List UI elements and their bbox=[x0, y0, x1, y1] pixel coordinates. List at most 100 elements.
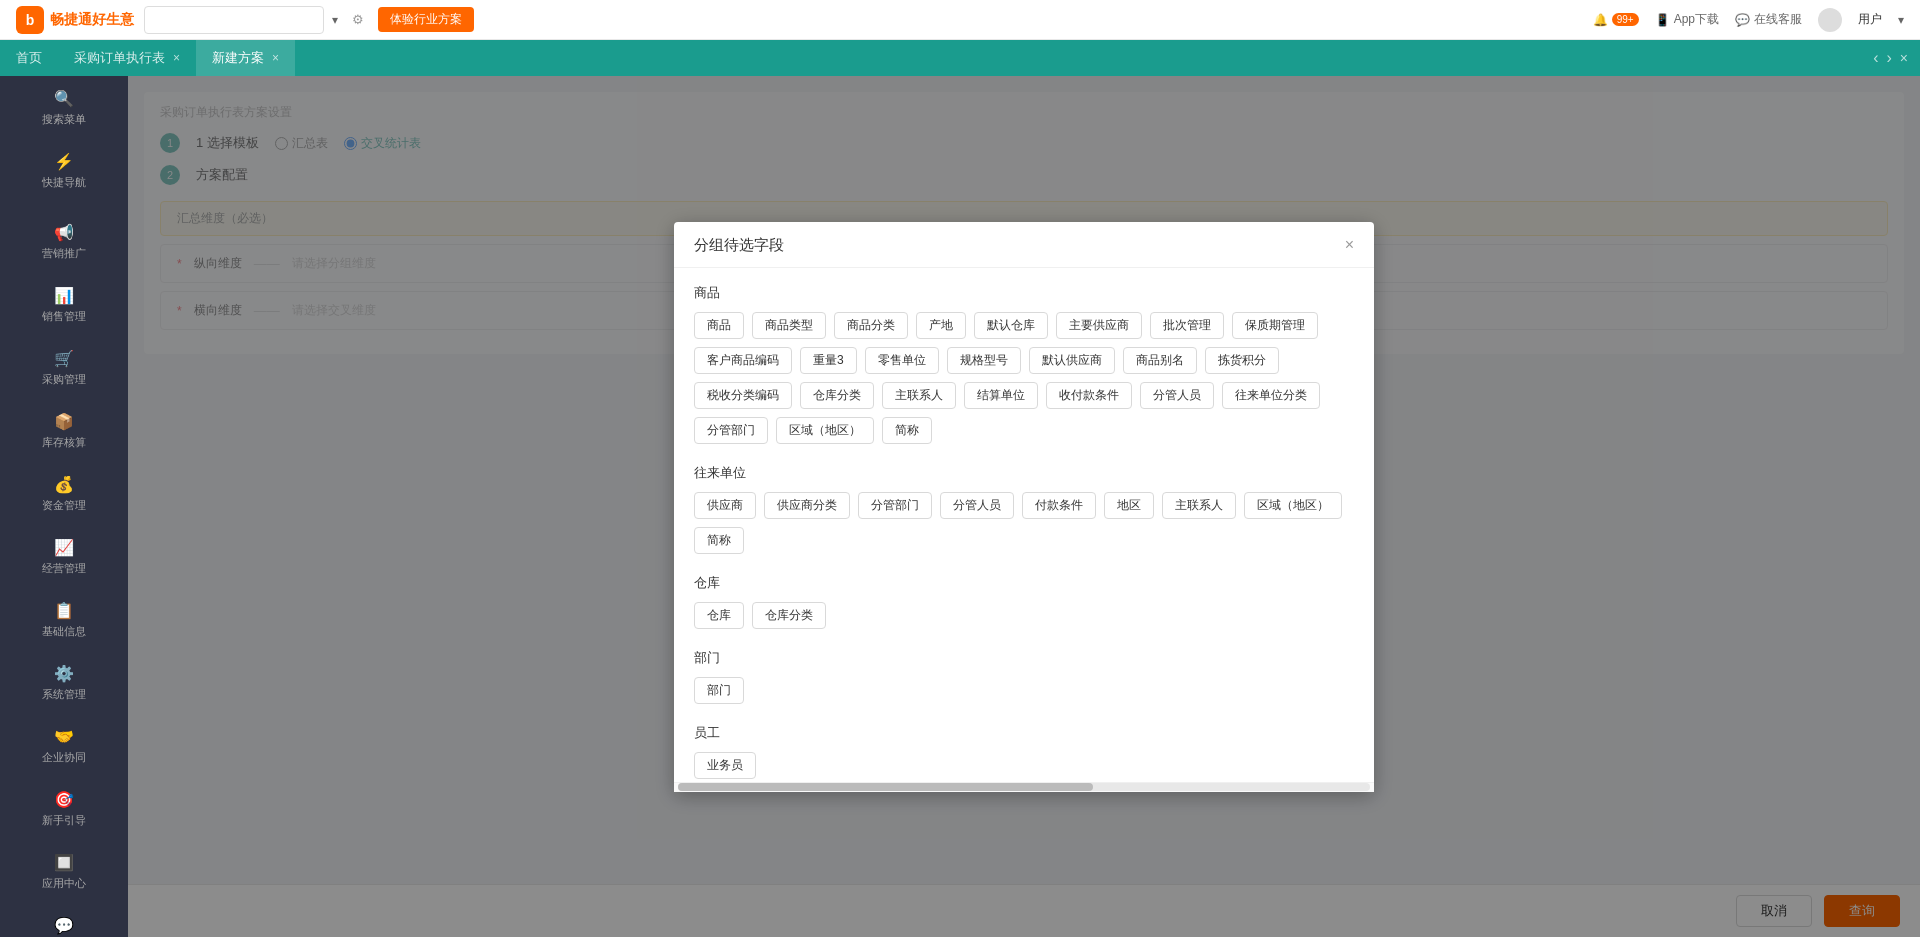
section-warehouse-title: 仓库 bbox=[694, 574, 1354, 592]
user-dropdown-icon[interactable]: ▾ bbox=[1898, 13, 1904, 27]
operations-icon: 📈 bbox=[54, 537, 74, 557]
sidebar-item-purchase[interactable]: 🛒 采购管理 bbox=[0, 336, 128, 399]
field-dept-dept[interactable]: 部门 bbox=[694, 677, 744, 704]
field-goods-settlement-unit[interactable]: 结算单位 bbox=[964, 382, 1038, 409]
section-partner: 往来单位 供应商 供应商分类 分管部门 分管人员 付款条件 地区 主联系人 区域… bbox=[694, 464, 1354, 554]
field-goods-origin[interactable]: 产地 bbox=[916, 312, 966, 339]
modal-overlay: 分组待选字段 × 商品 商品 商品类型 商品分类 产地 默认仓库 主要供应商 批… bbox=[128, 76, 1920, 937]
sidebar-item-guide[interactable]: 🎯 新手引导 bbox=[0, 777, 128, 840]
field-partner-manager[interactable]: 分管人员 bbox=[940, 492, 1014, 519]
field-partner-short-name[interactable]: 简称 bbox=[694, 527, 744, 554]
modal-close-icon[interactable]: × bbox=[1345, 236, 1354, 254]
field-partner-supplier-category[interactable]: 供应商分类 bbox=[764, 492, 850, 519]
field-goods-dept[interactable]: 分管部门 bbox=[694, 417, 768, 444]
tab-bar: 首页 采购订单执行表 × 新建方案 × ‹ › × bbox=[0, 40, 1920, 76]
tab-close-all-icon[interactable]: × bbox=[1900, 50, 1908, 66]
field-employee-salesperson[interactable]: 业务员 bbox=[694, 752, 756, 779]
field-goods-contact[interactable]: 主联系人 bbox=[882, 382, 956, 409]
section-warehouse-fields: 仓库 仓库分类 bbox=[694, 602, 1354, 629]
experience-button[interactable]: 体验行业方案 bbox=[378, 7, 474, 32]
tab-new-solution-close[interactable]: × bbox=[272, 51, 279, 65]
field-goods-retail-unit[interactable]: 零售单位 bbox=[865, 347, 939, 374]
section-warehouse: 仓库 仓库 仓库分类 bbox=[694, 574, 1354, 629]
tab-arrow-left-icon[interactable]: ‹ bbox=[1873, 49, 1878, 67]
field-goods-alias[interactable]: 商品别名 bbox=[1123, 347, 1197, 374]
nav-right: 🔔 99+ 📱 App下载 💬 在线客服 用户 ▾ bbox=[1593, 8, 1904, 32]
sidebar-item-finance[interactable]: 💰 资金管理 bbox=[0, 462, 128, 525]
field-partner-supplier[interactable]: 供应商 bbox=[694, 492, 756, 519]
field-goods-default-supplier[interactable]: 默认供应商 bbox=[1029, 347, 1115, 374]
avatar[interactable] bbox=[1818, 8, 1842, 32]
sidebar-label-quick-nav: 快捷导航 bbox=[42, 175, 86, 190]
app-download-item[interactable]: 📱 App下载 bbox=[1655, 11, 1719, 28]
field-goods-weight3[interactable]: 重量3 bbox=[800, 347, 857, 374]
field-partner-payment-terms[interactable]: 付款条件 bbox=[1022, 492, 1096, 519]
field-goods-default-warehouse[interactable]: 默认仓库 bbox=[974, 312, 1048, 339]
field-goods-batch-mgmt[interactable]: 批次管理 bbox=[1150, 312, 1224, 339]
section-employee-fields: 业务员 bbox=[694, 752, 1354, 779]
sidebar-label-finance: 资金管理 bbox=[42, 498, 86, 513]
field-partner-dept[interactable]: 分管部门 bbox=[858, 492, 932, 519]
modal-scrollbar-track[interactable] bbox=[678, 783, 1370, 791]
section-partner-title: 往来单位 bbox=[694, 464, 1354, 482]
modal-scrollbar-thumb[interactable] bbox=[678, 783, 1093, 791]
field-goods-region[interactable]: 区域（地区） bbox=[776, 417, 874, 444]
field-goods-pick-points[interactable]: 拣货积分 bbox=[1205, 347, 1279, 374]
field-goods-customer-code[interactable]: 客户商品编码 bbox=[694, 347, 792, 374]
field-warehouse-category[interactable]: 仓库分类 bbox=[752, 602, 826, 629]
field-warehouse-wh[interactable]: 仓库 bbox=[694, 602, 744, 629]
sidebar-item-enterprise-wechat[interactable]: 💬 企业微信 bbox=[0, 903, 128, 937]
modal-body: 商品 商品 商品类型 商品分类 产地 默认仓库 主要供应商 批次管理 保质期管理… bbox=[674, 268, 1374, 783]
field-goods-partner-category[interactable]: 往来单位分类 bbox=[1222, 382, 1320, 409]
online-service-label: 在线客服 bbox=[1754, 11, 1802, 28]
field-goods-category[interactable]: 商品分类 bbox=[834, 312, 908, 339]
section-partner-fields: 供应商 供应商分类 分管部门 分管人员 付款条件 地区 主联系人 区域（地区） … bbox=[694, 492, 1354, 554]
sidebar-item-app-center[interactable]: 🔲 应用中心 bbox=[0, 840, 128, 903]
field-goods-payment-terms[interactable]: 收付款条件 bbox=[1046, 382, 1132, 409]
sidebar-label-system: 系统管理 bbox=[42, 687, 86, 702]
sidebar-item-search-menu[interactable]: 🔍 搜索菜单 bbox=[0, 76, 128, 139]
tab-new-solution[interactable]: 新建方案 × bbox=[196, 40, 295, 76]
online-service-item[interactable]: 💬 在线客服 bbox=[1735, 11, 1802, 28]
field-partner-area[interactable]: 区域（地区） bbox=[1244, 492, 1342, 519]
app-center-icon: 🔲 bbox=[54, 852, 74, 872]
marketing-icon: 📢 bbox=[54, 222, 74, 242]
sidebar-item-marketing[interactable]: 📢 营销推广 bbox=[0, 210, 128, 273]
tab-new-solution-label: 新建方案 bbox=[212, 49, 264, 67]
sidebar-item-quick-nav[interactable]: ⚡ 快捷导航 bbox=[0, 139, 128, 202]
field-goods-product[interactable]: 商品 bbox=[694, 312, 744, 339]
settings-icon[interactable]: ⚙ bbox=[346, 8, 370, 32]
sidebar-item-enterprise-coop[interactable]: 🤝 企业协同 bbox=[0, 714, 128, 777]
field-goods-spec-model[interactable]: 规格型号 bbox=[947, 347, 1021, 374]
field-goods-short-name[interactable]: 简称 bbox=[882, 417, 932, 444]
field-partner-contact[interactable]: 主联系人 bbox=[1162, 492, 1236, 519]
field-goods-main-supplier[interactable]: 主要供应商 bbox=[1056, 312, 1142, 339]
sidebar-label-operations: 经营管理 bbox=[42, 561, 86, 576]
modal-group-fields: 分组待选字段 × 商品 商品 商品类型 商品分类 产地 默认仓库 主要供应商 批… bbox=[674, 222, 1374, 792]
sidebar-item-system[interactable]: ⚙️ 系统管理 bbox=[0, 651, 128, 714]
app-download-label: App下载 bbox=[1674, 11, 1719, 28]
search-input[interactable] bbox=[144, 6, 324, 34]
tab-home[interactable]: 首页 bbox=[0, 40, 58, 76]
sidebar-item-inventory[interactable]: 📦 库存核算 bbox=[0, 399, 128, 462]
user-name: 用户 bbox=[1858, 11, 1882, 28]
sidebar-item-sales[interactable]: 📊 销售管理 bbox=[0, 273, 128, 336]
tab-arrow-right-icon[interactable]: › bbox=[1886, 49, 1891, 67]
field-goods-manager[interactable]: 分管人员 bbox=[1140, 382, 1214, 409]
field-goods-type[interactable]: 商品类型 bbox=[752, 312, 826, 339]
field-goods-expiry-mgmt[interactable]: 保质期管理 bbox=[1232, 312, 1318, 339]
section-goods-fields: 商品 商品类型 商品分类 产地 默认仓库 主要供应商 批次管理 保质期管理 客户… bbox=[694, 312, 1354, 444]
field-partner-region[interactable]: 地区 bbox=[1104, 492, 1154, 519]
modal-scrollbar-area[interactable] bbox=[674, 782, 1374, 791]
search-dropdown[interactable]: ▾ bbox=[332, 13, 338, 27]
tab-purchase-order[interactable]: 采购订单执行表 × bbox=[58, 40, 196, 76]
inventory-icon: 📦 bbox=[54, 411, 74, 431]
tab-purchase-order-close[interactable]: × bbox=[173, 51, 180, 65]
sidebar-item-basic-info[interactable]: 📋 基础信息 bbox=[0, 588, 128, 651]
tab-purchase-order-label: 采购订单执行表 bbox=[74, 49, 165, 67]
field-goods-tax-code[interactable]: 税收分类编码 bbox=[694, 382, 792, 409]
field-goods-warehouse-category[interactable]: 仓库分类 bbox=[800, 382, 874, 409]
logo-area: b 畅捷通好生意 bbox=[16, 6, 144, 34]
notification-item[interactable]: 🔔 99+ bbox=[1593, 13, 1639, 27]
sidebar-item-operations[interactable]: 📈 经营管理 bbox=[0, 525, 128, 588]
